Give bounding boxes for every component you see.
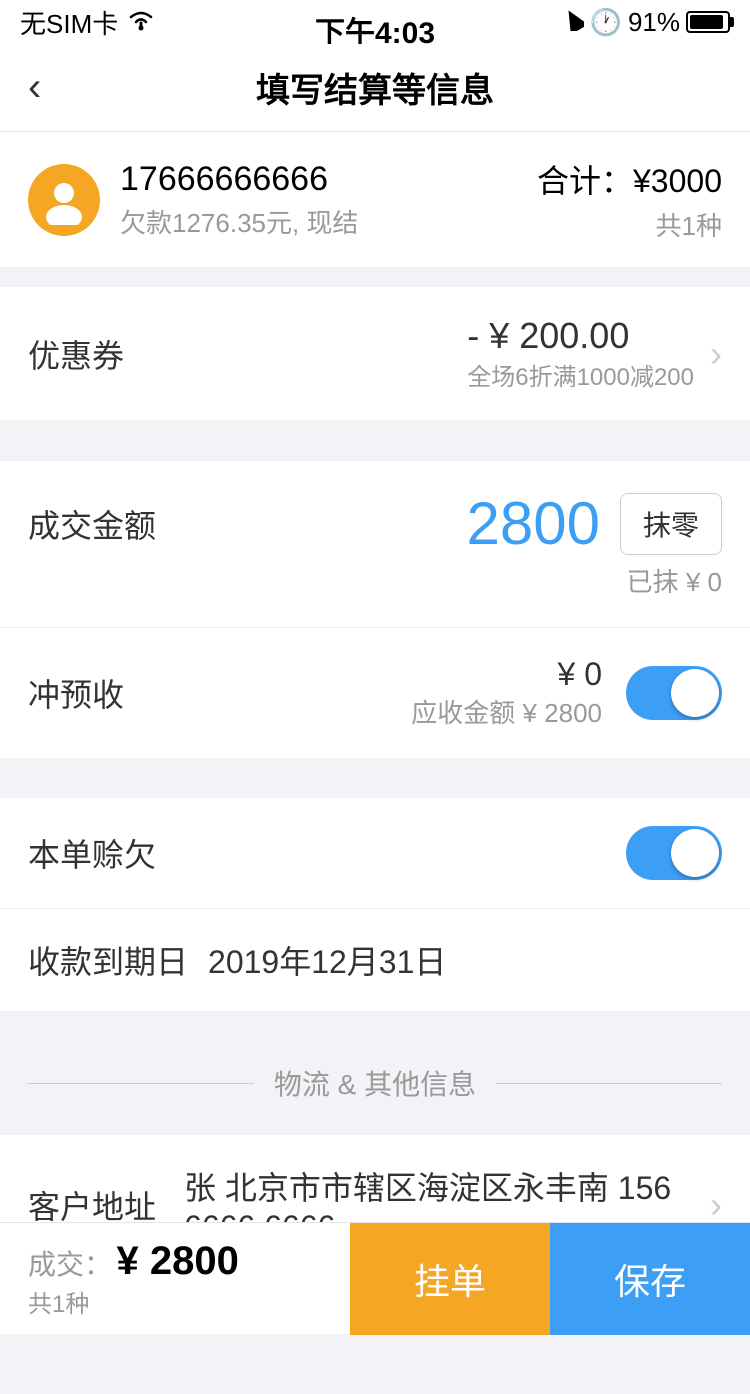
avatar xyxy=(28,164,100,236)
toggle-thumb xyxy=(671,669,719,717)
divider-line-left xyxy=(28,1083,254,1084)
section-divider-1 xyxy=(0,421,750,441)
customer-sub: 欠款1276.35元, 现结 xyxy=(120,203,358,240)
bottom-bar: 成交： ¥ 2800 共1种 挂单 保存 xyxy=(0,1222,750,1334)
section-divider-2 xyxy=(0,758,750,778)
save-button[interactable]: 保存 xyxy=(550,1223,750,1335)
nav-bar: ‹ 填写结算等信息 xyxy=(0,44,750,132)
coupon-right: - ¥ 200.00 全场6折满1000减200 › xyxy=(467,315,722,392)
signal-text: 无SIM卡 xyxy=(20,4,118,41)
coupon-amount: - ¥ 200.00 xyxy=(467,315,694,357)
status-bar: 无SIM卡 下午4:03 🕐 91% xyxy=(0,0,750,44)
address-label: 客户地址 xyxy=(28,1182,156,1228)
bottom-deal-amount: ¥ 2800 xyxy=(116,1239,238,1283)
wifi-icon xyxy=(126,7,156,38)
arrears-toggle-thumb xyxy=(671,829,719,877)
back-button[interactable]: ‹ xyxy=(28,65,41,110)
precollect-label: 冲预收 xyxy=(28,670,124,716)
duedate-value: 2019年12月31日 xyxy=(208,937,446,983)
customer-phone: 17666666666 xyxy=(120,160,358,199)
clock-icon: 🕐 xyxy=(590,7,622,38)
deal-amount: 2800 xyxy=(467,489,600,558)
content: 17666666666 欠款1276.35元, 现结 合计：¥3000 共1种 … xyxy=(0,132,750,1394)
bottom-deal-count: 共1种 xyxy=(28,1284,322,1319)
chevron-right-icon: › xyxy=(710,333,722,375)
precollect-section: 冲预收 ¥ 0 应收金额 ¥ 2800 xyxy=(0,627,750,758)
arrears-label: 本单赊欠 xyxy=(28,830,156,876)
hang-button[interactable]: 挂单 xyxy=(350,1223,550,1335)
battery-percent: 91% xyxy=(628,7,680,38)
total-amount: 合计：¥3000 xyxy=(537,156,722,202)
address-chevron-icon: › xyxy=(710,1184,722,1226)
avatar-icon xyxy=(39,175,89,225)
page-title: 填写结算等信息 xyxy=(256,63,494,112)
bottom-deal-label: 成交： xyxy=(28,1249,112,1280)
bottom-summary: 成交： ¥ 2800 共1种 xyxy=(0,1239,350,1319)
customer-info: 17666666666 欠款1276.35元, 现结 xyxy=(120,160,358,240)
bottom-deal-line: 成交： ¥ 2800 xyxy=(28,1239,322,1284)
status-left: 无SIM卡 xyxy=(20,4,156,41)
precollect-value: ¥ 0 应收金额 ¥ 2800 xyxy=(411,656,602,730)
round-button[interactable]: 抹零 xyxy=(620,493,722,555)
coupon-label: 优惠券 xyxy=(28,331,124,377)
coupon-sub: 全场6折满1000减200 xyxy=(467,357,694,392)
duedate-section: 收款到期日 2019年12月31日 xyxy=(0,908,750,1011)
location-icon xyxy=(564,7,584,38)
customer-left: 17666666666 欠款1276.35元, 现结 xyxy=(28,160,358,240)
total-count: 共1种 xyxy=(537,206,722,243)
divider-line-right xyxy=(496,1083,722,1084)
coupon-row[interactable]: 优惠券 - ¥ 200.00 全场6折满1000减200 › xyxy=(0,287,750,421)
deal-section: 成交金额 2800 抹零 已抹 ¥ 0 xyxy=(0,461,750,627)
status-right: 🕐 91% xyxy=(564,7,730,38)
logistics-label: 物流 & 其他信息 xyxy=(274,1063,476,1103)
precollect-sub: 应收金额 ¥ 2800 xyxy=(411,693,602,730)
arrears-section: 本单赊欠 xyxy=(0,798,750,908)
precollect-amount: ¥ 0 xyxy=(411,656,602,693)
logistics-divider: 物流 & 其他信息 xyxy=(0,1031,750,1135)
deal-value-area: 2800 抹零 xyxy=(467,489,723,558)
duedate-label: 收款到期日 xyxy=(28,937,188,983)
precollect-toggle[interactable] xyxy=(626,666,722,720)
customer-right: 合计：¥3000 共1种 xyxy=(537,156,722,243)
battery-icon xyxy=(686,11,730,33)
deal-row: 成交金额 2800 抹零 xyxy=(28,489,722,558)
deal-sub: 已抹 ¥ 0 xyxy=(28,562,722,599)
precollect-right: ¥ 0 应收金额 ¥ 2800 xyxy=(411,656,722,730)
deal-label: 成交金额 xyxy=(28,501,156,547)
arrears-toggle[interactable] xyxy=(626,826,722,880)
customer-row: 17666666666 欠款1276.35元, 现结 合计：¥3000 共1种 xyxy=(0,132,750,267)
